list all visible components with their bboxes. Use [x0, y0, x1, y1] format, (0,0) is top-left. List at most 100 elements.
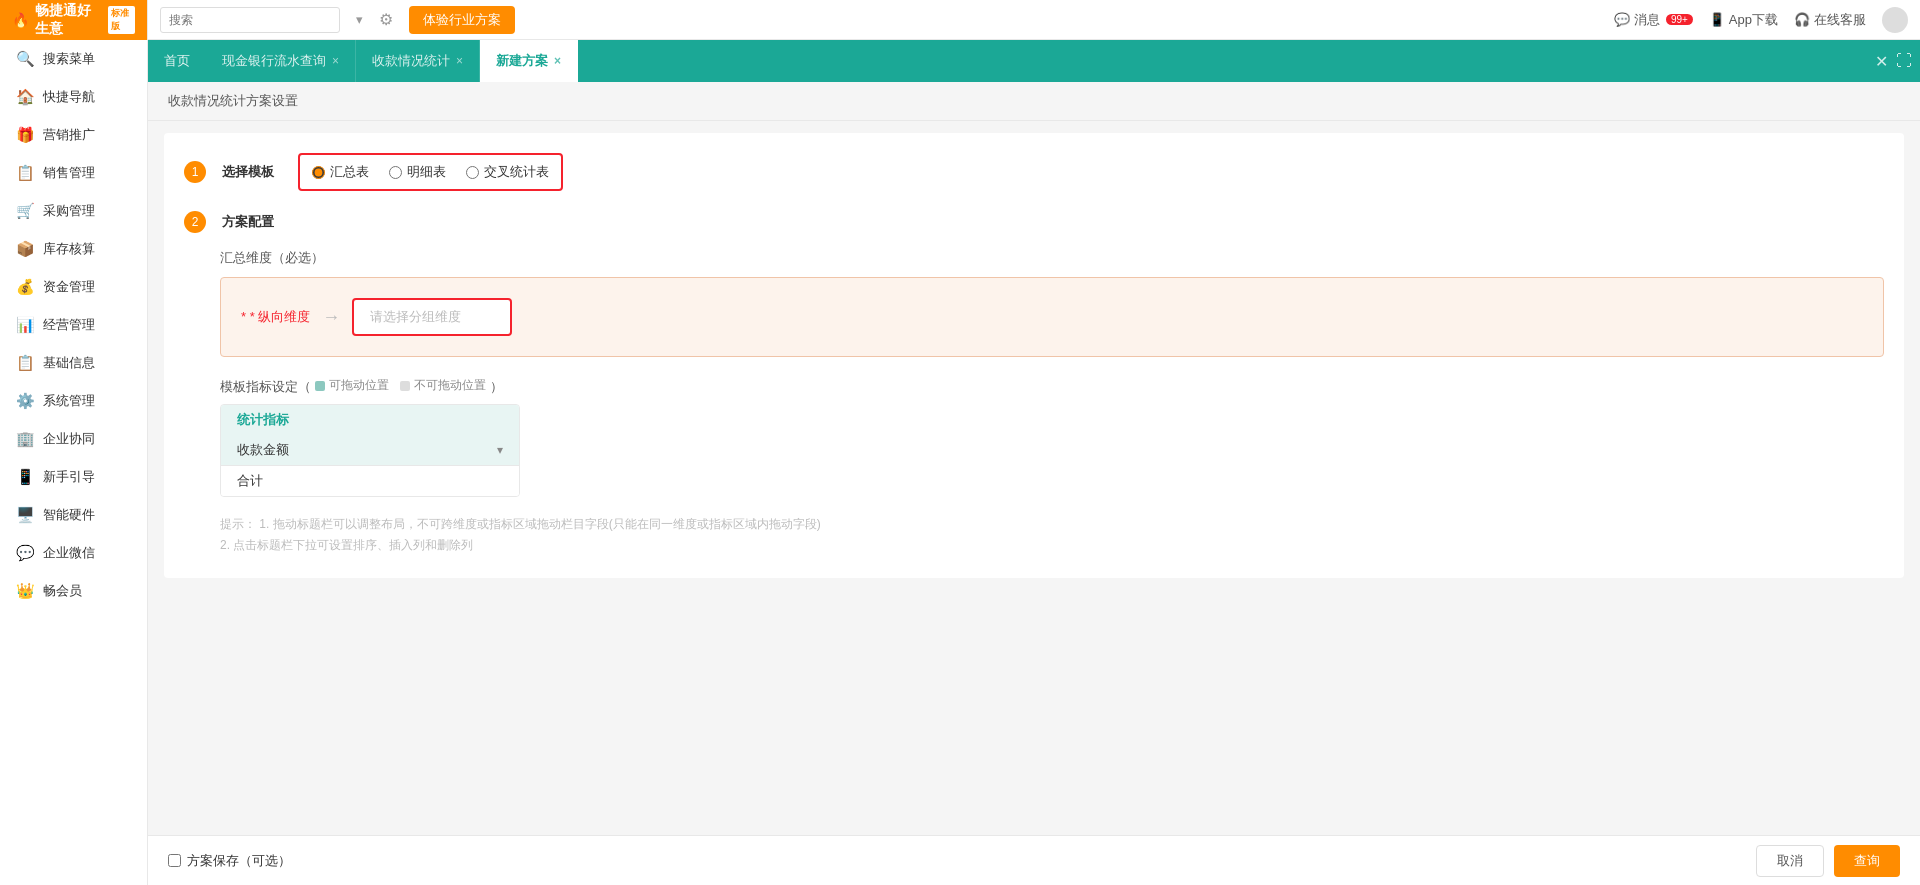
indicator-cell-0[interactable]: 收款金额 ▾: [221, 435, 519, 465]
gear-icon: ⚙️: [16, 392, 35, 410]
sidebar-item-newbie[interactable]: 📱 新手引导: [0, 458, 147, 496]
app-logo: 🔥 畅捷通好生意 标准版: [0, 0, 147, 40]
sidebar-item-label: 资金管理: [43, 278, 95, 296]
sidebar-item-label: 新手引导: [43, 468, 95, 486]
message-button[interactable]: 💬 消息 99+: [1614, 11, 1693, 29]
step2-badge: 2: [184, 211, 206, 233]
trial-button[interactable]: 体验行业方案: [409, 6, 515, 34]
step2-row: 2 方案配置: [184, 211, 1884, 233]
monitor-icon: 🖥️: [16, 506, 35, 524]
sidebar-item-marketing[interactable]: 🎁 营销推广: [0, 116, 147, 154]
tab-home[interactable]: 首页: [148, 40, 206, 82]
hint-1: 提示： 1. 拖动标题栏可以调整布局，不可跨维度或指标区域拖动栏目字段(只能在同…: [220, 516, 1884, 533]
tab-bank[interactable]: 现金银行流水查询 ×: [206, 40, 356, 82]
dimension-row: * * 纵向维度 → 请选择分组维度: [241, 298, 1863, 336]
clipboard-icon: 📋: [16, 164, 35, 182]
support-label: 在线客服: [1814, 11, 1866, 29]
home-icon: 🏠: [16, 88, 35, 106]
close-window-icon[interactable]: ✕: [1875, 52, 1888, 71]
indicator-table: 统计指标 收款金额 ▾ 合计: [220, 404, 520, 497]
page-header: 收款情况统计方案设置: [148, 82, 1920, 121]
app-name: 畅捷通好生意: [35, 2, 102, 38]
crown-icon: 👑: [16, 582, 35, 600]
search-input[interactable]: [160, 7, 340, 33]
main-area: ▾ ⚙ 体验行业方案 💬 消息 99+ 📱 App下载 🎧 在线客服 首页: [148, 0, 1920, 885]
sidebar-item-label: 智能硬件: [43, 506, 95, 524]
sidebar-item-operations[interactable]: 📊 经营管理: [0, 306, 147, 344]
required-star: *: [241, 309, 250, 324]
sidebar-item-enterprise[interactable]: 🏢 企业协同: [0, 420, 147, 458]
option-cross[interactable]: 交叉统计表: [466, 163, 549, 181]
support-button[interactable]: 🎧 在线客服: [1794, 11, 1866, 29]
info-icon: 📋: [16, 354, 35, 372]
sidebar-item-purchase[interactable]: 🛒 采购管理: [0, 192, 147, 230]
sidebar-item-label: 营销推广: [43, 126, 95, 144]
indicator-settings-header: 模板指标设定（ 可拖动位置 不可拖动位置 ）: [220, 377, 1884, 396]
hint-2: 2. 点击标题栏下拉可设置排序、插入列和删除列: [220, 537, 1884, 554]
sidebar-item-finance[interactable]: 💰 资金管理: [0, 268, 147, 306]
sidebar-item-label: 系统管理: [43, 392, 95, 410]
sidebar-item-search[interactable]: 🔍 搜索菜单: [0, 40, 147, 78]
dimension-select[interactable]: 请选择分组维度: [352, 298, 512, 336]
cell-dropdown-icon[interactable]: ▾: [497, 443, 503, 457]
user-avatar[interactable]: [1882, 7, 1908, 33]
non-draggable-dot: [400, 381, 410, 391]
tab-close-icon[interactable]: ×: [332, 54, 339, 68]
option-detail-label: 明细表: [407, 163, 446, 181]
home-tab-label: 首页: [164, 52, 190, 70]
gift-icon: 🎁: [16, 126, 35, 144]
save-checkbox[interactable]: [168, 854, 181, 867]
indicator-settings: 模板指标设定（ 可拖动位置 不可拖动位置 ）: [220, 377, 1884, 500]
dimension-panel: * * 纵向维度 → 请选择分组维度: [220, 277, 1884, 357]
sidebar-item-hardware[interactable]: 🖥️ 智能硬件: [0, 496, 147, 534]
sidebar-item-label: 基础信息: [43, 354, 95, 372]
tab-close-icon[interactable]: ×: [554, 54, 561, 68]
option-detail[interactable]: 明细表: [389, 163, 446, 181]
sidebar-item-system[interactable]: ⚙️ 系统管理: [0, 382, 147, 420]
radio-detail[interactable]: [389, 166, 402, 179]
non-draggable-label: 不可拖动位置: [414, 377, 486, 394]
dimension-section-title: 汇总维度（必选）: [220, 249, 1884, 267]
topbar: ▾ ⚙ 体验行业方案 💬 消息 99+ 📱 App下载 🎧 在线客服: [148, 0, 1920, 40]
nav-tabs: 首页 现金银行流水查询 × 收款情况统计 × 新建方案 × ✕ ⛶: [148, 40, 1920, 82]
page-title: 收款情况统计方案设置: [168, 93, 298, 108]
cell-label-0: 收款金额: [237, 441, 289, 459]
step1-row: 1 选择模板 汇总表 明细表 交叉统计表: [184, 153, 1884, 191]
cart-icon: 🛒: [16, 202, 35, 220]
draggable-label: 可拖动位置: [329, 377, 389, 394]
row-dim-text: * 纵向维度: [250, 309, 311, 324]
tab-close-icon[interactable]: ×: [456, 54, 463, 68]
message-badge: 99+: [1666, 14, 1693, 25]
settings-gear-icon[interactable]: ⚙: [379, 10, 393, 29]
dropdown-arrow-icon[interactable]: ▾: [356, 12, 363, 27]
radio-summary[interactable]: [312, 166, 325, 179]
cancel-button[interactable]: 取消: [1756, 845, 1824, 877]
query-button[interactable]: 查询: [1834, 845, 1900, 877]
sidebar-item-sales[interactable]: 📋 销售管理: [0, 154, 147, 192]
sidebar-item-quicknav[interactable]: 🏠 快捷导航: [0, 78, 147, 116]
sidebar-item-inventory[interactable]: 📦 库存核算: [0, 230, 147, 268]
arrow-right-icon: →: [322, 307, 340, 328]
download-label: App下载: [1729, 11, 1778, 29]
non-draggable-badge: 不可拖动位置: [400, 377, 486, 394]
sidebar-item-wechat[interactable]: 💬 企业微信: [0, 534, 147, 572]
form-section: 1 选择模板 汇总表 明细表 交叉统计表: [164, 133, 1904, 578]
app-logo-icon: 🔥: [12, 12, 29, 28]
maximize-icon[interactable]: ⛶: [1896, 52, 1912, 70]
sidebar-item-member[interactable]: 👑 畅会员: [0, 572, 147, 610]
message-label: 消息: [1634, 11, 1660, 29]
save-label: 方案保存（可选）: [187, 852, 291, 870]
radio-cross[interactable]: [466, 166, 479, 179]
download-button[interactable]: 📱 App下载: [1709, 11, 1778, 29]
sidebar: 🔥 畅捷通好生意 标准版 🔍 搜索菜单 🏠 快捷导航 🎁 营销推广 📋 销售管理…: [0, 0, 148, 885]
draggable-dot: [315, 381, 325, 391]
save-option: 方案保存（可选）: [168, 852, 291, 870]
option-summary[interactable]: 汇总表: [312, 163, 369, 181]
tab-new[interactable]: 新建方案 ×: [480, 40, 578, 82]
tab-new-label: 新建方案: [496, 52, 548, 70]
sidebar-item-base[interactable]: 📋 基础信息: [0, 344, 147, 382]
row-dimension-label: * * 纵向维度: [241, 308, 310, 326]
step1-label: 选择模板: [222, 163, 274, 181]
tab-receipt[interactable]: 收款情况统计 ×: [356, 40, 480, 82]
sidebar-item-label: 采购管理: [43, 202, 95, 220]
